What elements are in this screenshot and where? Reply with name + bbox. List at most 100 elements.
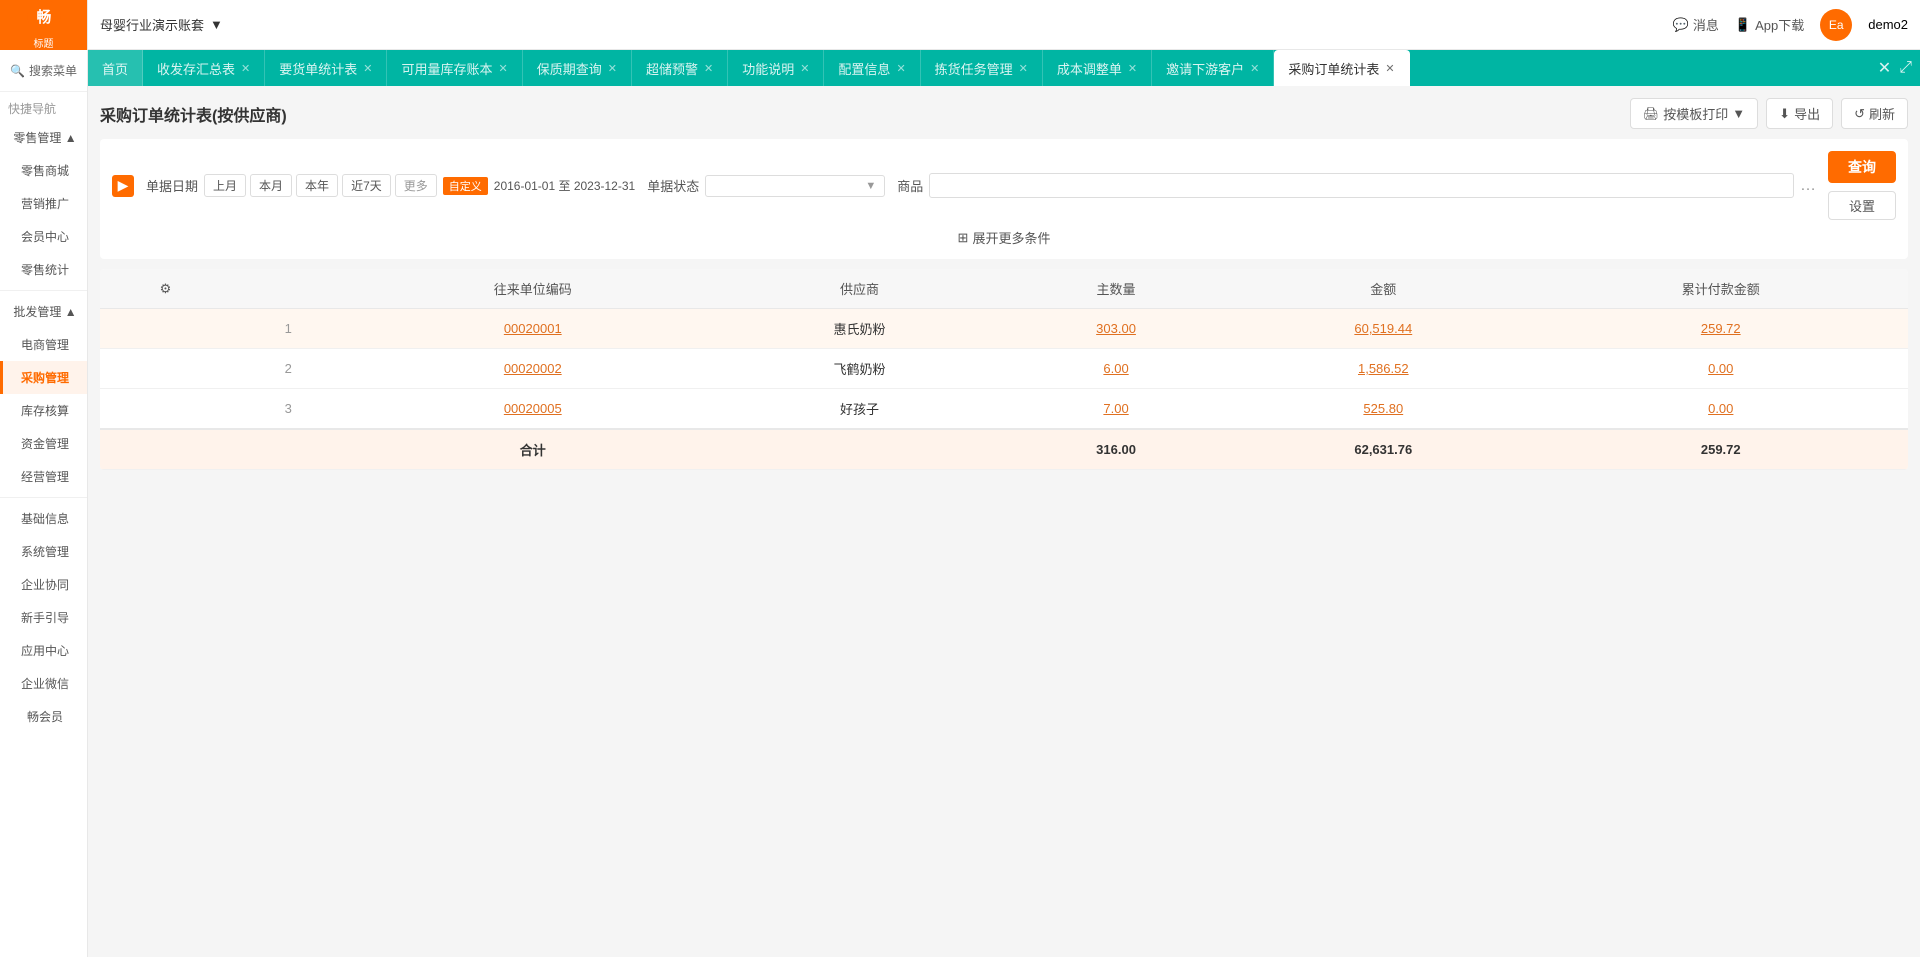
row-2-checkbox[interactable] <box>100 349 231 389</box>
col-settings[interactable]: ⚙ <box>100 269 231 309</box>
tab-paihuorenwu-close[interactable]: ✕ <box>1019 62 1028 75</box>
date-range-text: 2016-01-01 至 2023-12-31 <box>494 177 635 194</box>
table-footer: 合计 316.00 62,631.76 259.72 <box>100 429 1908 470</box>
tab-caigou[interactable]: 采购订单统计表 ✕ <box>1274 50 1409 86</box>
row-3-checkbox[interactable] <box>100 389 231 430</box>
tab-shoufafa[interactable]: 收发存汇总表 ✕ <box>143 50 265 86</box>
tab-paihuorenwu[interactable]: 拣货任务管理 ✕ <box>921 50 1043 86</box>
sidebar-item-system[interactable]: 系统管理 <box>0 535 87 568</box>
row-3-supplier: 好孩子 <box>720 389 999 430</box>
tab-yaohuo-close[interactable]: ✕ <box>363 62 372 75</box>
restore-window-button[interactable]: ⤢ <box>1899 59 1912 77</box>
page-header: 采购订单统计表(按供应商) 🖨 按模板打印 ▼ ⬇ 导出 ↺ 刷新 <box>100 98 1908 129</box>
row-2-quantity[interactable]: 6.00 <box>999 349 1233 389</box>
filter-date-group: 单据日期 上月 本月 本年 近7天 更多 自定义 2016-01-01 至 20… <box>146 174 635 197</box>
tab-caigou-close[interactable]: ✕ <box>1385 62 1394 75</box>
print-button[interactable]: 🖨 按模板打印 ▼ <box>1630 98 1758 129</box>
content-area: 采购订单统计表(按供应商) 🖨 按模板打印 ▼ ⬇ 导出 ↺ 刷新 <box>88 86 1920 957</box>
sidebar-item-retail[interactable]: 零售管理 ▲ <box>0 121 87 154</box>
expand-more-row: ⊞ 展开更多条件 <box>112 228 1896 247</box>
filter-goods-input[interactable] <box>929 173 1794 198</box>
tab-gongneng-close[interactable]: ✕ <box>800 62 809 75</box>
settings-button[interactable]: 设置 <box>1828 191 1896 220</box>
export-button[interactable]: ⬇ 导出 <box>1766 98 1833 129</box>
sidebar-item-finance[interactable]: 资金管理 <box>0 427 87 460</box>
row-1-paid[interactable]: 259.72 <box>1534 309 1909 349</box>
tab-yaohuo-label: 要货单统计表 <box>279 59 357 78</box>
filter-goods-label: 商品 <box>897 176 923 195</box>
tab-peizhi[interactable]: 配置信息 ✕ <box>824 50 920 86</box>
sidebar-item-ecommerce[interactable]: 电商管理 <box>0 328 87 361</box>
app-download-button[interactable]: 📱 App下载 <box>1735 15 1804 34</box>
tab-chengben[interactable]: 成本调整单 ✕ <box>1043 50 1152 86</box>
search-menu-button[interactable]: 🔍 搜索菜单 <box>6 58 81 83</box>
sidebar-item-member[interactable]: 会员中心 <box>0 220 87 253</box>
sidebar-item-retail-stats[interactable]: 零售统计 <box>0 253 87 286</box>
expand-more-button[interactable]: ⊞ 展开更多条件 <box>958 228 1051 247</box>
sidebar-item-member2[interactable]: 畅会员 <box>0 700 87 733</box>
row-2-supplier: 飞鹤奶粉 <box>720 349 999 389</box>
tab-home[interactable]: 首页 <box>88 50 143 86</box>
row-1-amount[interactable]: 60,519.44 <box>1233 309 1533 349</box>
row-2-amount[interactable]: 1,586.52 <box>1233 349 1533 389</box>
sidebar-item-retail-shop[interactable]: 零售商城 <box>0 154 87 187</box>
app-logo[interactable]: 畅 标题 <box>0 0 87 50</box>
shortcut-more[interactable]: 更多 <box>395 174 437 197</box>
refresh-button[interactable]: ↺ 刷新 <box>1841 98 1908 129</box>
footer-empty-1 <box>100 429 231 470</box>
row-1-checkbox[interactable] <box>100 309 231 349</box>
row-1-code[interactable]: 00020001 <box>346 309 720 349</box>
sidebar-item-wholesale[interactable]: 批发管理 ▲ <box>0 295 87 328</box>
tab-keyongliang-close[interactable]: ✕ <box>499 62 508 75</box>
tab-yaoqing[interactable]: 邀请下游客户 ✕ <box>1152 50 1274 86</box>
tab-peizhi-close[interactable]: ✕ <box>896 62 905 75</box>
sidebar-item-marketing[interactable]: 营销推广 <box>0 187 87 220</box>
close-all-tabs-button[interactable]: ✕ <box>1878 58 1891 78</box>
user-avatar[interactable]: Ea <box>1820 9 1852 41</box>
query-button[interactable]: 查询 <box>1828 151 1896 183</box>
sidebar-item-wholesale-label: 批发管理 ▲ <box>13 305 76 319</box>
sidebar-item-wechat[interactable]: 企业微信 <box>0 667 87 700</box>
tab-keyongliang[interactable]: 可用量库存账本 ✕ <box>387 50 522 86</box>
sidebar-item-appcenter[interactable]: 应用中心 <box>0 634 87 667</box>
tab-baozhi[interactable]: 保质期查询 ✕ <box>523 50 632 86</box>
row-2-code[interactable]: 00020002 <box>346 349 720 389</box>
tab-yaohuo[interactable]: 要货单统计表 ✕ <box>265 50 387 86</box>
message-button[interactable]: 💬 消息 <box>1673 15 1719 34</box>
tab-caigou-label: 采购订单统计表 <box>1288 59 1379 78</box>
tab-shoufafa-close[interactable]: ✕ <box>241 62 250 75</box>
filter-status-select[interactable]: ▼ <box>705 175 885 197</box>
filter-goods-more-icon[interactable]: … <box>1800 177 1816 195</box>
workspace-selector[interactable]: 母婴行业演示账套 ▼ <box>100 15 223 34</box>
sidebar-item-inventory[interactable]: 库存核算 <box>0 394 87 427</box>
tab-chaochu-close[interactable]: ✕ <box>704 62 713 75</box>
tab-chengben-close[interactable]: ✕ <box>1128 62 1137 75</box>
row-1-quantity[interactable]: 303.00 <box>999 309 1233 349</box>
topbar-actions: 💬 消息 📱 App下载 Ea demo2 <box>1673 9 1908 41</box>
row-3-amount[interactable]: 525.80 <box>1233 389 1533 430</box>
row-2-paid[interactable]: 0.00 <box>1534 349 1909 389</box>
tab-yaoqing-close[interactable]: ✕ <box>1250 62 1259 75</box>
shortcut-7days[interactable]: 近7天 <box>342 174 391 197</box>
row-3-code[interactable]: 00020005 <box>346 389 720 430</box>
tab-baozhi-close[interactable]: ✕ <box>608 62 617 75</box>
col-supplier: 供应商 <box>720 269 999 309</box>
tab-chaochu[interactable]: 超储预警 ✕ <box>632 50 728 86</box>
settings-icon: ⚙ <box>160 281 172 296</box>
shortcut-this-year[interactable]: 本年 <box>296 174 338 197</box>
search-icon: 🔍 <box>10 64 25 78</box>
row-3-quantity[interactable]: 7.00 <box>999 389 1233 430</box>
sidebar-item-newguide[interactable]: 新手引导 <box>0 601 87 634</box>
footer-amount: 62,631.76 <box>1233 429 1533 470</box>
sidebar-item-ops[interactable]: 经营管理 <box>0 460 87 493</box>
sidebar-item-basic[interactable]: 基础信息 <box>0 502 87 535</box>
shortcut-this-month[interactable]: 本月 <box>250 174 292 197</box>
tab-gongneng[interactable]: 功能说明 ✕ <box>728 50 824 86</box>
main-table: ⚙ 往来单位编码 供应商 主数量 金额 累计付款金额 1 00020001 <box>100 269 1908 470</box>
filter-toggle-button[interactable]: ▶ <box>112 175 134 197</box>
sidebar-item-collab[interactable]: 企业协同 <box>0 568 87 601</box>
sidebar-item-purchase[interactable]: 采购管理 <box>0 361 87 394</box>
shortcut-last-month[interactable]: 上月 <box>204 174 246 197</box>
row-3-paid[interactable]: 0.00 <box>1534 389 1909 430</box>
sidebar-item-purchase-label: 采购管理 <box>21 371 69 385</box>
